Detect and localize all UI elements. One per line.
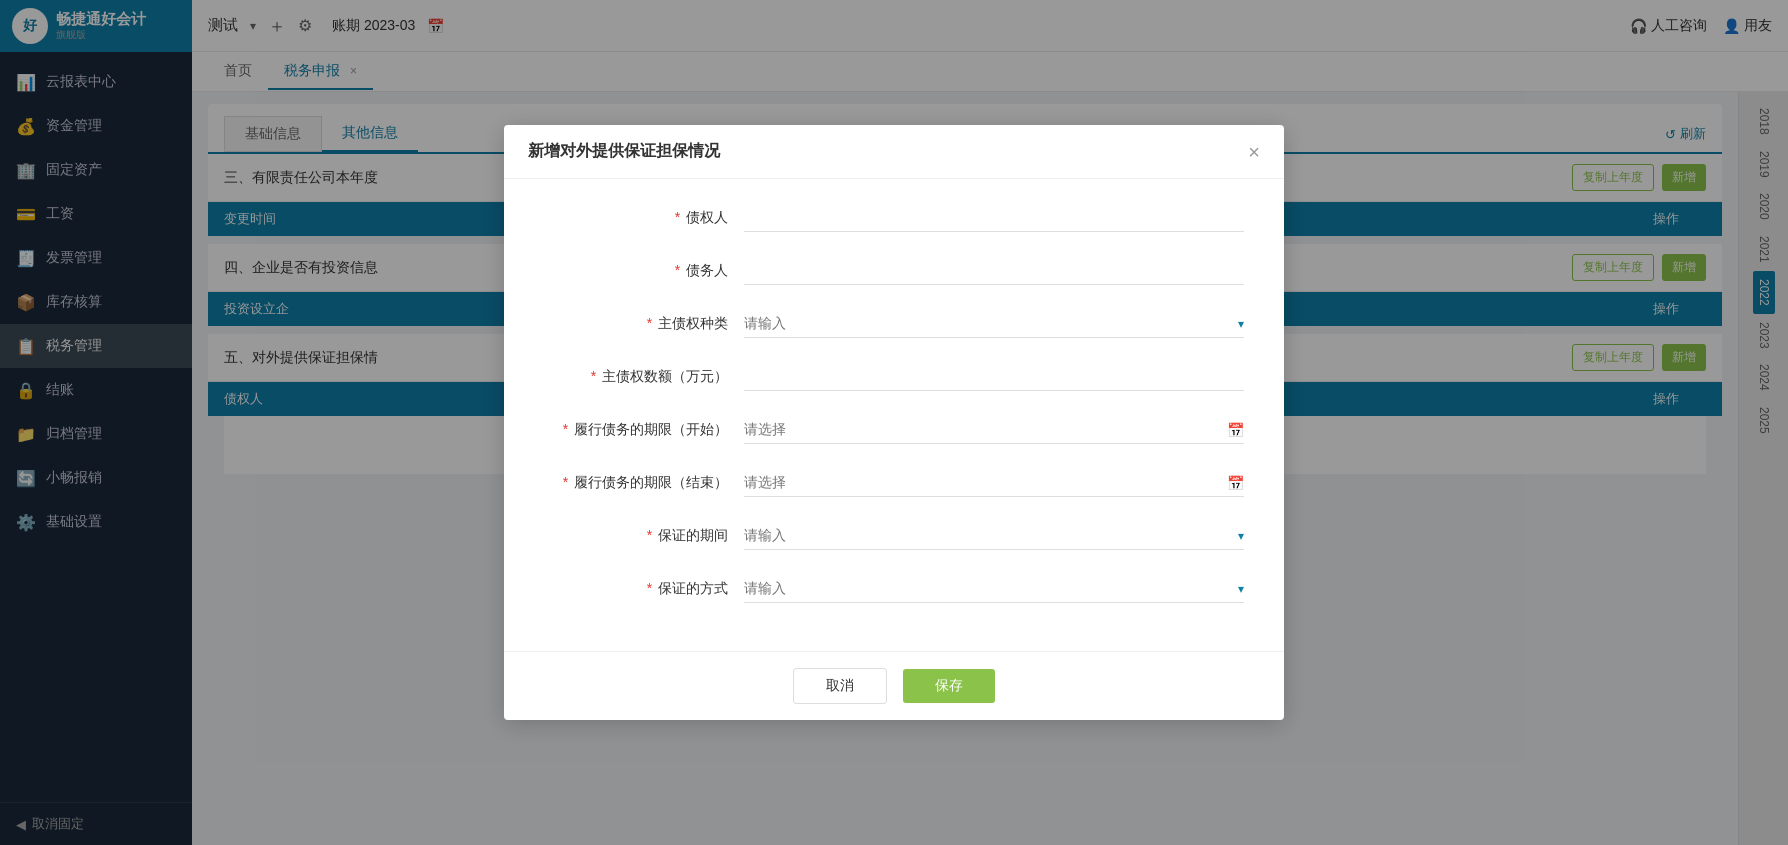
modal-overlay: 新增对外提供保证担保情况 × * 债权人 * 债务人 bbox=[0, 0, 1788, 845]
label-period-end: * 履行债务的期限（结束） bbox=[544, 474, 744, 492]
label-guarantee-period: * 保证的期间 bbox=[544, 527, 744, 545]
label-principal-type: * 主债权种类 bbox=[544, 315, 744, 333]
date-input-period-end[interactable] bbox=[744, 468, 1244, 497]
modal-dialog: 新增对外提供保证担保情况 × * 债权人 * 债务人 bbox=[504, 125, 1284, 720]
label-guarantee-method: * 保证的方式 bbox=[544, 580, 744, 598]
form-row-guarantee-period: * 保证的期间 ▾ bbox=[544, 521, 1244, 550]
label-principal-amount: * 主债权数额（万元） bbox=[544, 368, 744, 386]
modal-close-button[interactable]: × bbox=[1248, 142, 1260, 162]
label-creditor: * 债权人 bbox=[544, 209, 744, 227]
label-debtor: * 债务人 bbox=[544, 262, 744, 280]
form-row-period-start: * 履行债务的期限（开始） 📅 bbox=[544, 415, 1244, 444]
select-principal-type[interactable] bbox=[744, 309, 1244, 338]
input-principal-amount[interactable] bbox=[744, 362, 1244, 391]
date-wrap-period-end: 📅 bbox=[744, 468, 1244, 497]
modal-footer: 取消 保存 bbox=[504, 651, 1284, 720]
form-row-principal-amount: * 主债权数额（万元） bbox=[544, 362, 1244, 391]
save-button[interactable]: 保存 bbox=[903, 669, 995, 703]
required-star: * bbox=[647, 315, 652, 331]
required-star: * bbox=[647, 580, 652, 596]
input-creditor[interactable] bbox=[744, 203, 1244, 232]
required-star: * bbox=[647, 527, 652, 543]
select-guarantee-period[interactable] bbox=[744, 521, 1244, 550]
date-input-period-start[interactable] bbox=[744, 415, 1244, 444]
required-star: * bbox=[675, 209, 680, 225]
form-row-period-end: * 履行债务的期限（结束） 📅 bbox=[544, 468, 1244, 497]
input-debtor[interactable] bbox=[744, 256, 1244, 285]
form-row-debtor: * 债务人 bbox=[544, 256, 1244, 285]
select-guarantee-method[interactable] bbox=[744, 574, 1244, 603]
cancel-button[interactable]: 取消 bbox=[793, 668, 887, 704]
required-star: * bbox=[563, 474, 568, 490]
required-star: * bbox=[591, 368, 596, 384]
date-wrap-period-start: 📅 bbox=[744, 415, 1244, 444]
modal-body: * 债权人 * 债务人 * 主债权种类 bbox=[504, 179, 1284, 651]
form-row-guarantee-method: * 保证的方式 ▾ bbox=[544, 574, 1244, 603]
select-wrap-guarantee-period: ▾ bbox=[744, 521, 1244, 550]
modal-title: 新增对外提供保证担保情况 bbox=[528, 141, 720, 162]
form-row-creditor: * 债权人 bbox=[544, 203, 1244, 232]
required-star: * bbox=[675, 262, 680, 278]
label-period-start: * 履行债务的期限（开始） bbox=[544, 421, 744, 439]
modal-header: 新增对外提供保证担保情况 × bbox=[504, 125, 1284, 179]
required-star: * bbox=[563, 421, 568, 437]
select-wrap-principal-type: ▾ bbox=[744, 309, 1244, 338]
select-wrap-guarantee-method: ▾ bbox=[744, 574, 1244, 603]
form-row-principal-type: * 主债权种类 ▾ bbox=[544, 309, 1244, 338]
